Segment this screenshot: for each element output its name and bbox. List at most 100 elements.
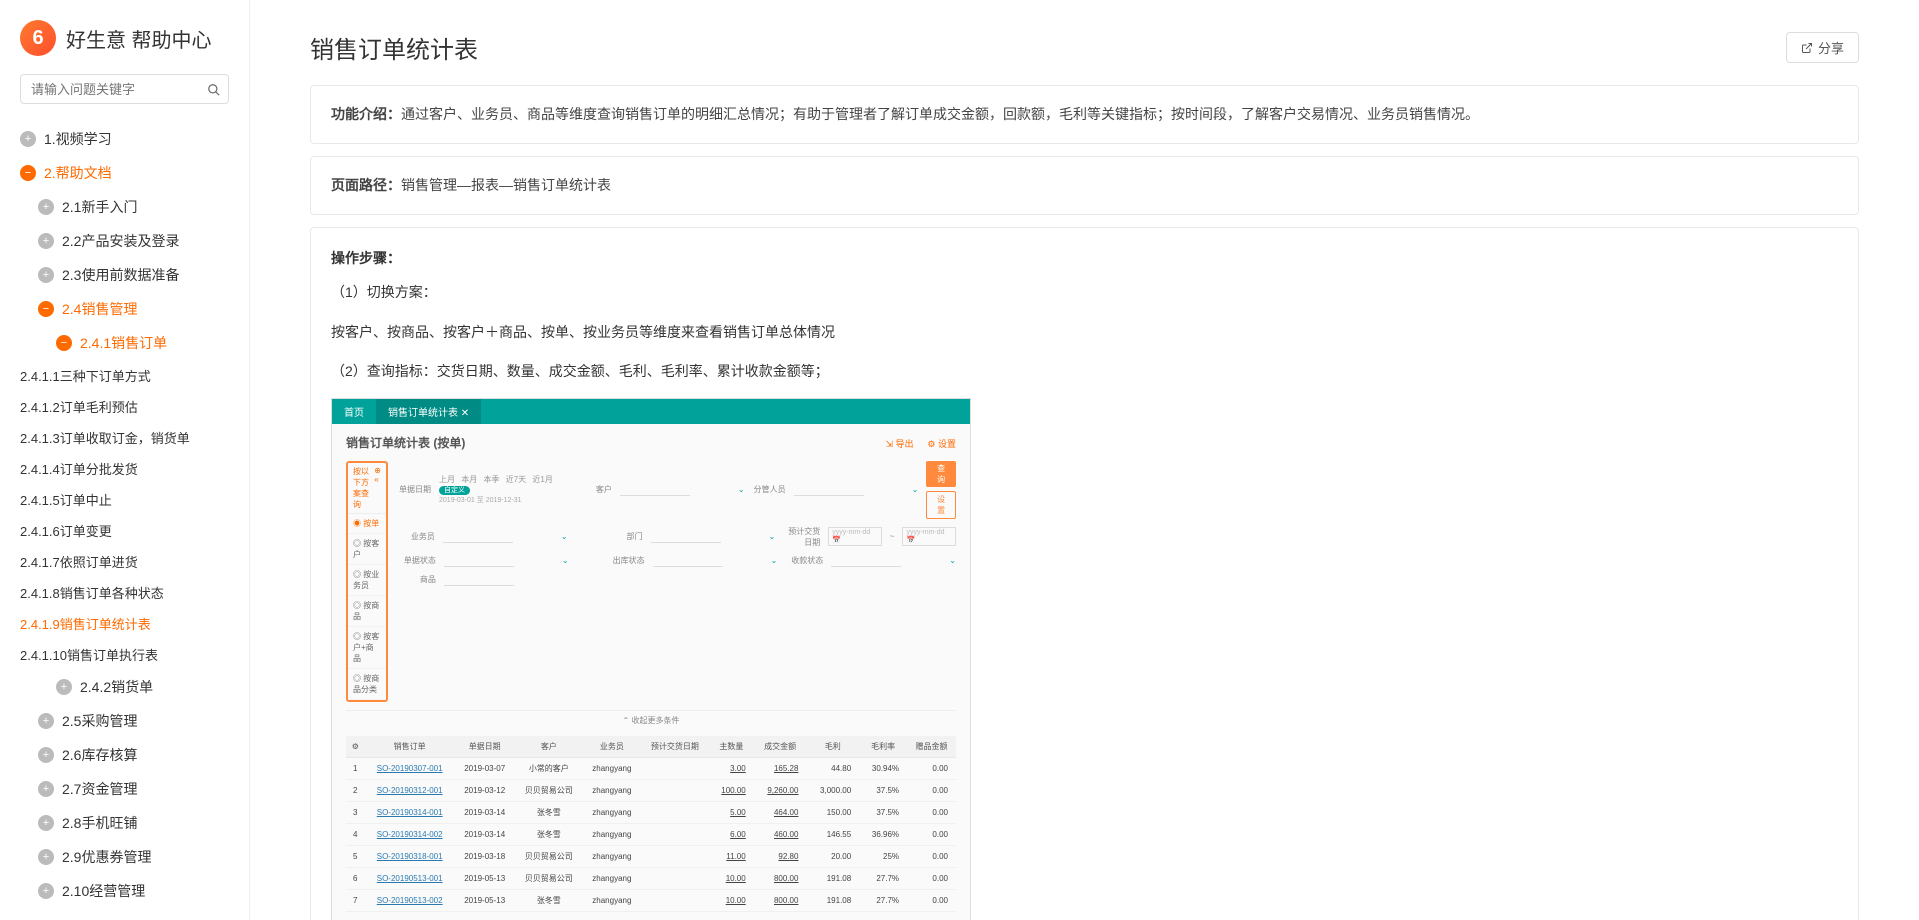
brand-row: 6 好生意 帮助中心 xyxy=(20,20,249,56)
nav-label: 2.6库存核算 xyxy=(62,745,137,765)
date-link: 近1月 xyxy=(532,475,552,484)
scheme-item: ◎ 按业务员 xyxy=(348,565,386,596)
nav-l7[interactable]: 2.4.1.7依照订单进货 xyxy=(20,546,249,577)
nav-l6[interactable]: 2.4.1.6订单变更 xyxy=(20,515,249,546)
plus-icon: + xyxy=(38,883,54,899)
date-custom: 自定义 xyxy=(439,486,470,495)
nav-26[interactable]: +2.6库存核算 xyxy=(20,738,249,772)
page-title: 销售订单统计表 xyxy=(310,30,478,65)
steps-card: 操作步骤： （1）切换方案： 按客户、按商品、按客户＋商品、按单、按业务员等维度… xyxy=(310,227,1859,920)
main-content: 销售订单统计表 分享 功能介绍：通过客户、业务员、商品等维度查询销售订单的明细汇… xyxy=(250,0,1919,920)
nav-label: 2.4.1销售订单 xyxy=(80,333,167,353)
nav-label: 2.8手机旺铺 xyxy=(62,813,137,833)
steps-label: 操作步骤： xyxy=(331,248,1838,268)
scheme-item: ◎ 按客户 xyxy=(348,534,386,565)
f-date-label: 单据日期 xyxy=(398,484,431,495)
nav-22[interactable]: +2.2产品安装及登录 xyxy=(20,224,249,258)
nav-28[interactable]: +2.8手机旺铺 xyxy=(20,806,249,840)
scheme-item: ◎ 按商品分类 xyxy=(348,669,386,700)
share-icon xyxy=(1801,42,1813,54)
screenshot-1: 首页 销售订单统计表 ✕ 销售订单统计表 (按单) ⇲ 导出 ⚙ 设置 按以下方… xyxy=(331,398,971,920)
scheme-item: ◎ 按客户+商品 xyxy=(348,627,386,669)
plus-icon: + xyxy=(38,267,54,283)
nav-l10[interactable]: 2.4.1.10销售订单执行表 xyxy=(20,639,249,670)
f-dept: 部门 xyxy=(606,531,643,542)
query-btn: 查询 xyxy=(926,461,956,487)
f-pay: 收款状态 xyxy=(785,555,823,566)
nav-210[interactable]: +2.10经营管理 xyxy=(20,874,249,908)
share-button[interactable]: 分享 xyxy=(1786,32,1859,63)
search-icon[interactable] xyxy=(207,81,221,97)
nav-l1[interactable]: 2.4.1.1三种下订单方式 xyxy=(20,360,249,391)
scheme-item: ◉ 按单 xyxy=(348,514,386,534)
nav-label: 2.5采购管理 xyxy=(62,711,137,731)
nav-29[interactable]: +2.9优惠券管理 xyxy=(20,840,249,874)
plus-icon: + xyxy=(38,849,54,865)
search-box[interactable] xyxy=(20,74,229,104)
plus-icon: + xyxy=(38,233,54,249)
plus-icon: + xyxy=(38,713,54,729)
set-btn: 设置 xyxy=(926,491,956,519)
nav-label: 2.2产品安装及登录 xyxy=(62,231,179,251)
nav-l5[interactable]: 2.4.1.5订单中止 xyxy=(20,484,249,515)
path-text: 销售管理—报表—销售订单统计表 xyxy=(401,177,611,193)
nav-video[interactable]: +1.视频学习 xyxy=(20,122,249,156)
nav-25[interactable]: +2.5采购管理 xyxy=(20,704,249,738)
nav-23[interactable]: +2.3使用前数据准备 xyxy=(20,258,249,292)
nav-label: 2.4.2销货单 xyxy=(80,677,153,697)
date-link: 上月 xyxy=(439,475,455,484)
nav-l2[interactable]: 2.4.1.2订单毛利预估 xyxy=(20,391,249,422)
nav-241[interactable]: −2.4.1销售订单 xyxy=(20,326,249,360)
minus-icon: − xyxy=(20,165,36,181)
step-1-text: 按客户、按商品、按客户＋商品、按单、按业务员等维度来查看销售订单总体情况 xyxy=(331,320,1838,345)
intro-text: 通过客户、业务员、商品等维度查询销售订单的明细汇总情况；有助于管理者了解订单成交… xyxy=(401,106,1479,122)
plus-icon: + xyxy=(38,199,54,215)
plus-icon: + xyxy=(20,131,36,147)
nav-21[interactable]: +2.1新手入门 xyxy=(20,190,249,224)
nav-label: 1.视频学习 xyxy=(44,129,112,149)
search-input[interactable] xyxy=(31,82,207,97)
f-out: 出库状态 xyxy=(607,555,645,566)
share-label: 分享 xyxy=(1818,38,1844,57)
nav-l3[interactable]: 2.4.1.3订单收取订金，销货单 xyxy=(20,422,249,453)
date-range: 2019-03-01 至 2019-12-31 xyxy=(439,497,522,504)
nav-242[interactable]: +2.4.2销货单 xyxy=(20,670,249,704)
path-label: 页面路径： xyxy=(331,177,401,193)
ss-tab-report: 销售订单统计表 ✕ xyxy=(376,399,481,424)
plus-icon: + xyxy=(38,815,54,831)
path-card: 页面路径：销售管理—报表—销售订单统计表 xyxy=(310,156,1859,215)
f-customer: 客户 xyxy=(579,484,612,495)
nav-l8[interactable]: 2.4.1.8销售订单各种状态 xyxy=(20,577,249,608)
f-status: 单据状态 xyxy=(398,555,436,566)
nav-help-doc[interactable]: −2.帮助文档 xyxy=(20,156,249,190)
setting-link: ⚙ 设置 xyxy=(927,439,956,449)
f-sales: 业务员 xyxy=(398,531,435,542)
ss-panel-title: 销售订单统计表 (按单) xyxy=(346,434,465,451)
nav-label: 2.7资金管理 xyxy=(62,779,137,799)
close-icon: ✕ xyxy=(461,408,469,419)
ss-tabbar: 首页 销售订单统计表 ✕ xyxy=(332,399,970,424)
nav-label: 2.1新手入门 xyxy=(62,197,137,217)
scheme-box: 按以下方案查询⊕ « ◉ 按单 ◎ 按客户 ◎ 按业务员 ◎ 按商品 ◎ 按客户… xyxy=(346,461,388,702)
nav-l9[interactable]: 2.4.1.9销售订单统计表 xyxy=(20,608,249,639)
minus-icon: − xyxy=(56,335,72,351)
ss-tab-home: 首页 xyxy=(332,399,376,424)
intro-card: 功能介绍：通过客户、业务员、商品等维度查询销售订单的明细汇总情况；有助于管理者了… xyxy=(310,85,1859,144)
scheme-head: 按以下方案查询⊕ « xyxy=(348,463,386,514)
minus-icon: − xyxy=(38,301,54,317)
date-link: 本季 xyxy=(483,475,499,484)
intro-label: 功能介绍： xyxy=(331,106,401,122)
nav-label: 2.3使用前数据准备 xyxy=(62,265,179,285)
sidebar: 6 好生意 帮助中心 +1.视频学习 −2.帮助文档 +2.1新手入门 +2.2… xyxy=(0,0,250,920)
f-plan: 预计交货日期 xyxy=(783,526,820,548)
f-goods: 商品 xyxy=(398,574,436,585)
nav-label: 2.帮助文档 xyxy=(44,163,112,183)
scheme-item: ◎ 按商品 xyxy=(348,596,386,627)
step-1: （1）切换方案： xyxy=(331,280,1838,305)
plus-icon: + xyxy=(38,781,54,797)
f-assign: 分管人员 xyxy=(753,484,786,495)
plus-icon: + xyxy=(38,747,54,763)
nav-24[interactable]: −2.4销售管理 xyxy=(20,292,249,326)
nav-27[interactable]: +2.7资金管理 xyxy=(20,772,249,806)
nav-l4[interactable]: 2.4.1.4订单分批发货 xyxy=(20,453,249,484)
